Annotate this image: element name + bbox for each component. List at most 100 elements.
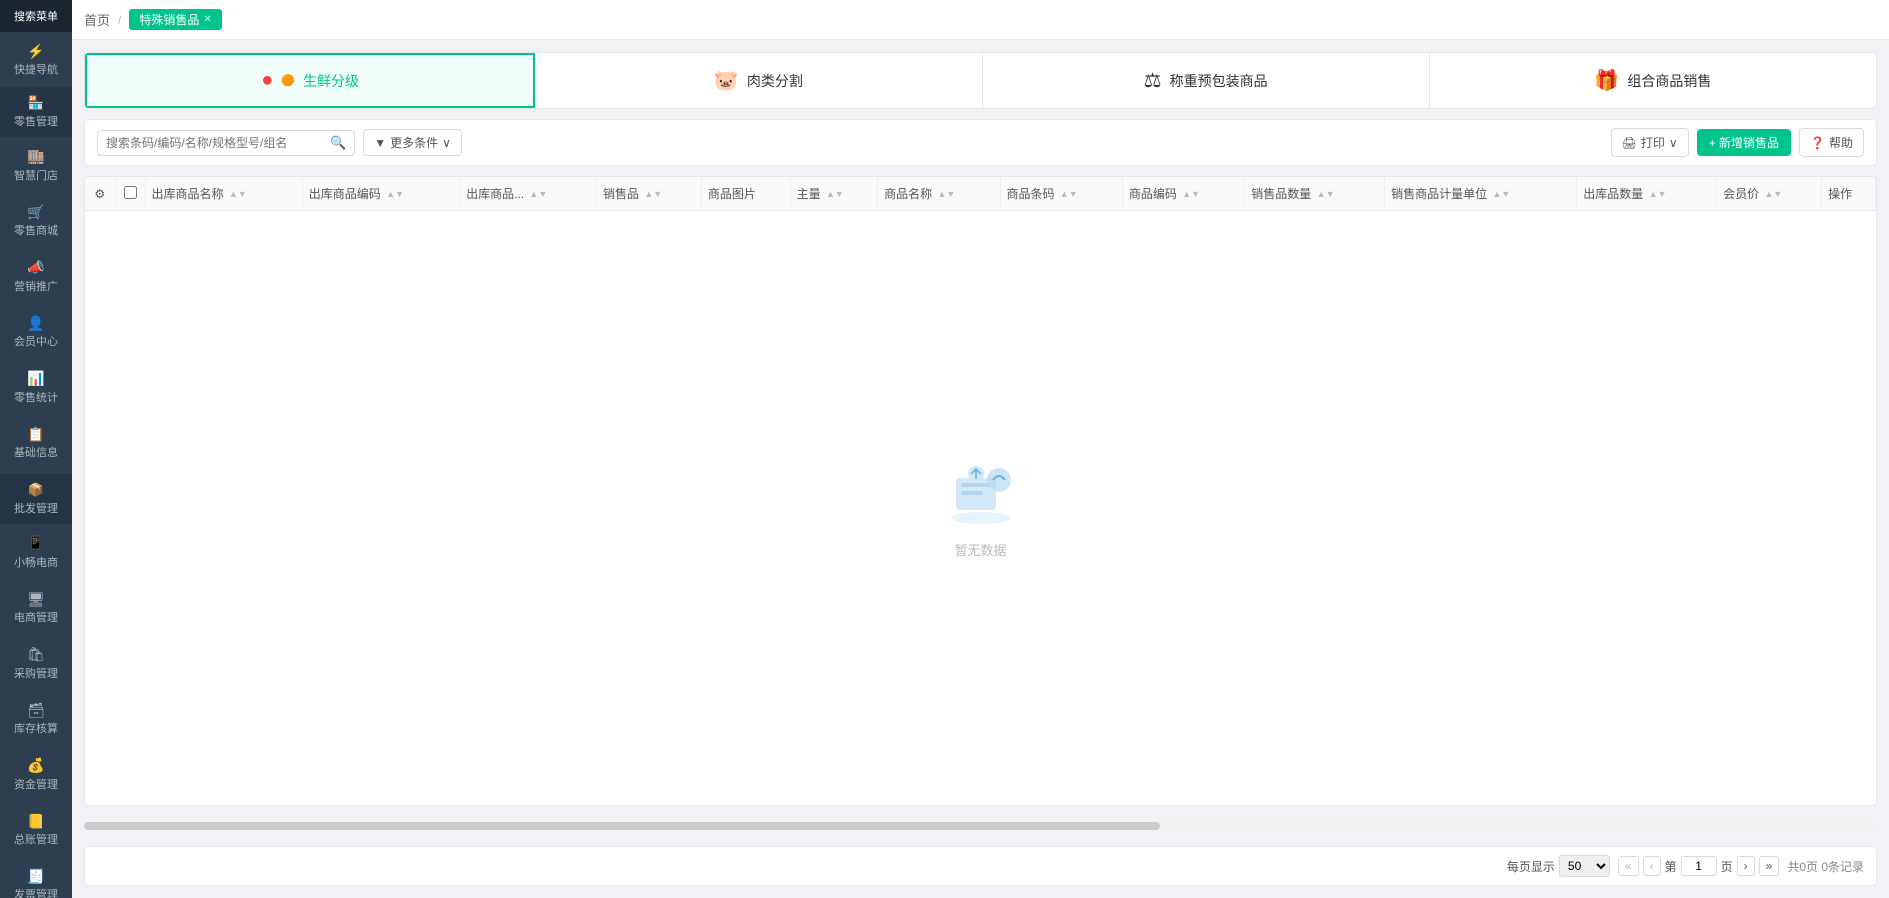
page-number-input[interactable]	[1681, 856, 1717, 876]
first-page-button[interactable]: «	[1618, 856, 1639, 876]
data-table: ⚙ 出库商品名称 ▲▼ 出库商品编码 ▲▼ 出库	[84, 176, 1877, 806]
sidebar: 搜索菜单 ⚡ 快捷导航 🏪 零售管理 🏬 智慧门店 🛒 零售商城 📣 营销推广 …	[0, 0, 72, 898]
sort-arrows-icon[interactable]: ▲▼	[937, 190, 955, 199]
toolbar-left: 🔍 ▼ 更多条件 ∨	[97, 129, 462, 156]
next-page-button[interactable]: ›	[1737, 856, 1755, 876]
sort-arrows-icon[interactable]: ▲▼	[1317, 190, 1335, 199]
col-checkbox[interactable]	[115, 177, 145, 211]
sidebar-item-retail-stats[interactable]: 📊 零售统计	[0, 359, 72, 414]
col-member-price[interactable]: 会员价 ▲▼	[1717, 177, 1822, 211]
col-out-goods-name[interactable]: 出库商品名称 ▲▼	[145, 177, 302, 211]
sidebar-item-basic-info[interactable]: 📋 基础信息	[0, 415, 72, 470]
search-input[interactable]	[106, 136, 326, 150]
sidebar-item-member[interactable]: 👤 会员中心	[0, 304, 72, 359]
sort-arrows-icon[interactable]: ▲▼	[1182, 190, 1200, 199]
cat-tab-meat-cut[interactable]: 🐷 肉类分割	[535, 53, 982, 108]
sidebar-item-label: 库存核算	[14, 722, 58, 736]
select-all-checkbox[interactable]	[124, 186, 137, 199]
sidebar-item-invoice[interactable]: 🧾 发票管理	[0, 857, 72, 898]
sidebar-item-retail-mgmt[interactable]: 🏪 零售管理	[0, 87, 72, 137]
close-tab-icon[interactable]: ✕	[203, 14, 211, 25]
page-size-dropdown[interactable]: 50 10 20 100	[1559, 855, 1610, 877]
sort-arrows-icon[interactable]: ▲▼	[826, 190, 844, 199]
col-settings[interactable]: ⚙	[85, 177, 115, 211]
prev-page-button[interactable]: ‹	[1643, 856, 1661, 876]
col-goods-image: 商品图片	[701, 177, 790, 211]
scrollbar-thumb[interactable]	[84, 822, 1160, 830]
col-out-qty[interactable]: 出库品数量 ▲▼	[1577, 177, 1717, 211]
sidebar-item-ledger[interactable]: 📒 总账管理	[0, 802, 72, 857]
sort-arrows-icon[interactable]: ▲▼	[644, 190, 662, 199]
quick-nav-icon: ⚡	[27, 42, 44, 60]
category-tabs: ● 🟠 生鲜分级 🐷 肉类分割 ⚖ 称重预包装商品 🎁 组合商品销售	[84, 52, 1877, 109]
col-label: 商品图片	[708, 187, 756, 201]
sort-arrows-icon[interactable]: ▲▼	[229, 190, 247, 199]
col-sale-goods[interactable]: 销售品 ▲▼	[596, 177, 701, 211]
col-label: 出库品数量	[1583, 187, 1643, 201]
sort-arrows-icon[interactable]: ▲▼	[386, 190, 404, 199]
toolbar-right: 🖨 打印 ∨ + 新增销售品 ❓ 帮助	[1611, 128, 1864, 157]
cat-tab-fresh-grade[interactable]: ● 🟠 生鲜分级	[85, 53, 535, 108]
col-label: 出库商品...	[466, 187, 524, 201]
page-size-label: 每页显示	[1507, 858, 1555, 875]
sidebar-item-mini-ecom[interactable]: 📱 小畅电商	[0, 524, 72, 579]
sidebar-item-smart-store[interactable]: 🏬 智慧门店	[0, 137, 72, 192]
col-weight[interactable]: 主量 ▲▼	[790, 177, 878, 211]
sort-arrows-icon[interactable]: ▲▼	[1764, 190, 1782, 199]
sidebar-item-inventory[interactable]: 🗃 库存核算	[0, 691, 72, 746]
sidebar-item-label: 电商管理	[14, 611, 58, 625]
search-icon[interactable]: 🔍	[330, 135, 346, 151]
cat-tab-combo-sales[interactable]: 🎁 组合商品销售	[1430, 53, 1876, 108]
sort-arrows-icon[interactable]: ▲▼	[1492, 190, 1510, 199]
col-label: 销售品数量	[1251, 187, 1311, 201]
cat-tab-weigh-pack[interactable]: ⚖ 称重预包装商品	[983, 53, 1430, 108]
sidebar-item-label: 智慧门店	[14, 169, 58, 183]
search-wrap[interactable]: 🔍	[97, 130, 355, 156]
help-label: 帮助	[1829, 134, 1853, 151]
finance-icon: 💰	[27, 756, 44, 774]
filter-button[interactable]: ▼ 更多条件 ∨	[363, 129, 462, 156]
page-size-select: 每页显示 50 10 20 100	[1507, 855, 1610, 877]
sidebar-item-marketing[interactable]: 📣 营销推广	[0, 248, 72, 303]
col-out-goods-spec[interactable]: 出库商品... ▲▼	[460, 177, 597, 211]
col-label: 操作	[1828, 187, 1852, 201]
fresh-grade-icon: ●	[261, 69, 273, 92]
empty-state-icon	[941, 458, 1021, 528]
sort-arrows-icon[interactable]: ▲▼	[529, 190, 547, 199]
col-action: 操作	[1822, 177, 1876, 211]
sidebar-item-label: 零售管理	[14, 113, 58, 129]
col-out-goods-code[interactable]: 出库商品编码 ▲▼	[302, 177, 459, 211]
sidebar-logo[interactable]: 搜索菜单	[0, 0, 72, 32]
filter-icon: ▼	[374, 136, 386, 150]
sidebar-item-finance[interactable]: 💰 资金管理	[0, 746, 72, 801]
col-goods-name[interactable]: 商品名称 ▲▼	[878, 177, 1000, 211]
sort-arrows-icon[interactable]: ▲▼	[1649, 190, 1667, 199]
sidebar-item-retail-mall[interactable]: 🛒 零售商城	[0, 193, 72, 248]
sidebar-item-purchase-mgmt[interactable]: 🛍 采购管理	[0, 635, 72, 690]
combo-sales-icon: 🎁	[1594, 68, 1619, 93]
sort-arrows-icon[interactable]: ▲▼	[1060, 190, 1078, 199]
sidebar-item-ecom-mgmt[interactable]: 🖥 电商管理	[0, 580, 72, 635]
sidebar-item-label: 批发管理	[14, 500, 58, 516]
sidebar-item-label: 发票管理	[14, 888, 58, 898]
col-goods-barcode[interactable]: 商品条码 ▲▼	[1000, 177, 1122, 211]
print-button[interactable]: 🖨 打印 ∨	[1611, 128, 1689, 157]
retail-stats-icon: 📊	[27, 369, 44, 387]
col-sale-unit[interactable]: 销售商品计量单位 ▲▼	[1385, 177, 1577, 211]
col-goods-code[interactable]: 商品编码 ▲▼	[1122, 177, 1244, 211]
sidebar-item-wholesale-mgmt[interactable]: 📦 批发管理	[0, 474, 72, 524]
meat-cut-icon: 🐷	[714, 68, 739, 93]
col-sale-qty[interactable]: 销售品数量 ▲▼	[1245, 177, 1385, 211]
active-tab-label: 特殊销售品	[139, 11, 199, 28]
active-tab[interactable]: 特殊销售品 ✕	[129, 9, 221, 30]
sidebar-item-label: 会员中心	[14, 335, 58, 349]
breadcrumb-home[interactable]: 首页	[84, 10, 110, 29]
new-button[interactable]: + 新增销售品	[1697, 129, 1791, 156]
last-page-button[interactable]: »	[1759, 856, 1780, 876]
horizontal-scrollbar[interactable]	[84, 822, 1877, 830]
sidebar-item-quick-nav[interactable]: ⚡ 快捷导航	[0, 32, 72, 87]
help-button[interactable]: ❓ 帮助	[1799, 128, 1864, 157]
print-label: 打印	[1641, 134, 1665, 151]
ledger-icon: 📒	[27, 812, 44, 830]
sidebar-item-label: 小畅电商	[14, 556, 58, 570]
